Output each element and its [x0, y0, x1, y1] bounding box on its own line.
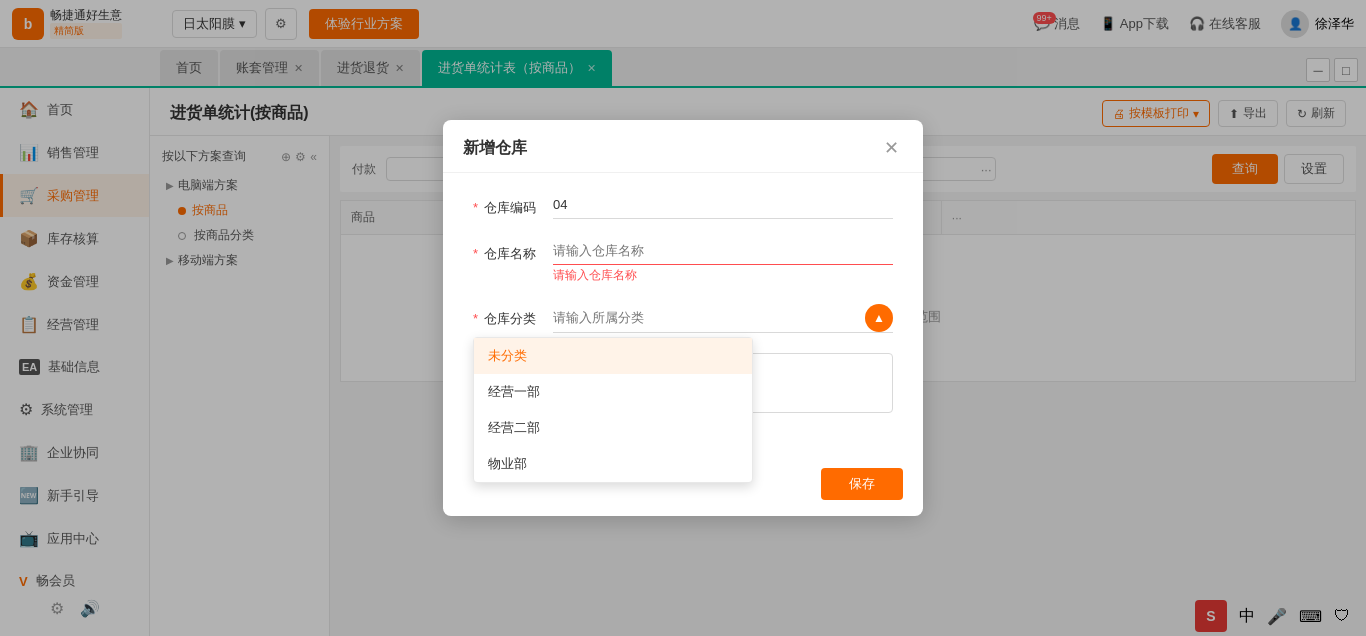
save-button[interactable]: 保存 — [821, 468, 903, 500]
category-toggle-btn[interactable]: ▲ — [865, 304, 893, 332]
warehouse-code-input[interactable] — [553, 193, 893, 219]
dropdown-item-ops1[interactable]: 经营一部 — [474, 374, 752, 410]
category-label: * 仓库分类 — [473, 304, 553, 328]
dialog-close-btn[interactable]: ✕ — [879, 136, 903, 160]
category-field: ▲ 未分类 经营一部 经营二部 物业部 — [553, 304, 893, 333]
category-input-wrapper: ▲ — [553, 304, 893, 333]
code-field — [553, 193, 893, 219]
code-label: * 仓库编码 — [473, 193, 553, 217]
category-row: * 仓库分类 ▲ 未分类 经营一部 经营二部 物业部 — [473, 304, 893, 333]
dropdown-item-property[interactable]: 物业部 — [474, 446, 752, 482]
name-label: * 仓库名称 — [473, 239, 553, 263]
dialog-header: 新增仓库 ✕ — [443, 120, 923, 173]
warehouse-name-input[interactable] — [553, 239, 893, 265]
chevron-up-icon: ▲ — [873, 311, 885, 325]
name-field: 请输入仓库名称 — [553, 239, 893, 284]
category-input[interactable] — [553, 306, 865, 331]
name-row: * 仓库名称 请输入仓库名称 — [473, 239, 893, 284]
dropdown-item-unclassified[interactable]: 未分类 — [474, 338, 752, 374]
dropdown-item-ops2[interactable]: 经营二部 — [474, 410, 752, 446]
dialog-title: 新增仓库 — [463, 138, 527, 159]
dialog-body: * 仓库编码 * 仓库名称 请输入仓库名称 * 仓库分类 — [443, 173, 923, 456]
name-error-msg: 请输入仓库名称 — [553, 267, 893, 284]
add-warehouse-dialog: 新增仓库 ✕ * 仓库编码 * 仓库名称 请输入仓库名称 — [443, 120, 923, 516]
code-row: * 仓库编码 — [473, 193, 893, 219]
category-dropdown: 未分类 经营一部 经营二部 物业部 — [473, 337, 753, 483]
